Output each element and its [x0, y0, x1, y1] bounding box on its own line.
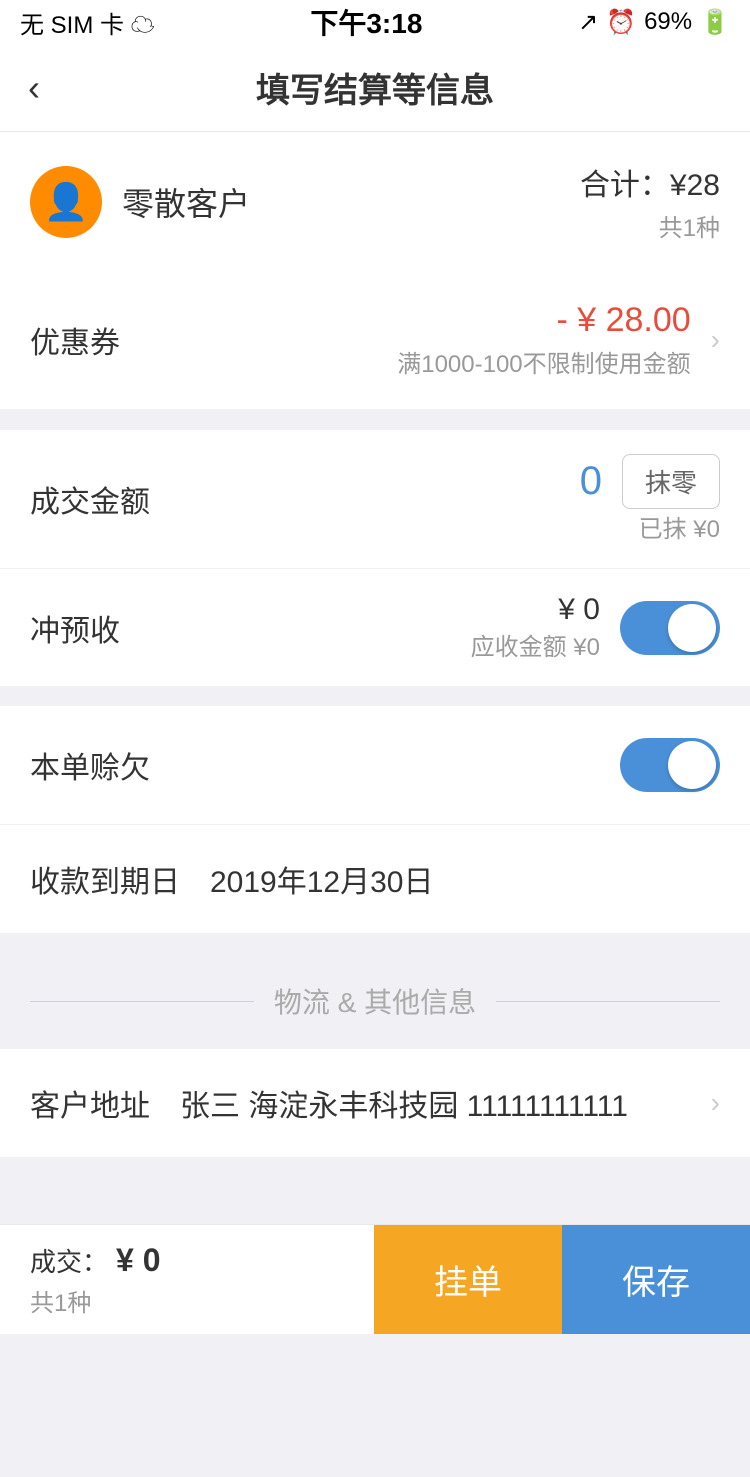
prereceive-right: ¥ 0 应收金额 ¥0	[471, 593, 720, 662]
amount-row: 成交金额 0 抹零 已抹 ¥0	[0, 430, 750, 569]
debt-label: 本单赊欠	[30, 743, 150, 787]
bottom-count: 共1种	[30, 1283, 344, 1318]
debt-toggle-thumb	[668, 741, 716, 789]
coupon-value: - ¥ 28.00	[556, 301, 690, 340]
customer-right: 合计：¥28 共1种	[580, 160, 720, 243]
location-icon: ↗	[578, 8, 598, 37]
due-date-label: 收款到期日	[30, 857, 180, 901]
bottom-deal-label: 成交：	[30, 1242, 108, 1279]
coupon-sub: 满1000-100不限制使用金额	[397, 344, 690, 379]
coupon-label: 优惠券	[30, 318, 120, 362]
amount-label: 成交金额	[30, 477, 150, 521]
round-zero-button[interactable]: 抹零	[622, 454, 720, 509]
customer-total: 合计：¥28	[580, 160, 720, 204]
due-date-row: 收款到期日 2019年12月30日	[0, 825, 750, 933]
battery-label: 69%	[644, 8, 692, 36]
prereceive-row: 冲预收 ¥ 0 应收金额 ¥0	[0, 569, 750, 686]
hang-button[interactable]: 挂单	[374, 1225, 562, 1334]
bottom-info: 成交： ¥ 0 共1种	[0, 1225, 374, 1334]
address-chevron-icon: ›	[711, 1087, 720, 1119]
customer-name: 零散客户	[122, 179, 250, 225]
nav-bar: ‹ 填写结算等信息	[0, 44, 750, 132]
bottom-amount: ¥ 0	[116, 1242, 160, 1279]
amount-sub: 已抹 ¥0	[639, 509, 720, 544]
battery-icon: 🔋	[700, 8, 730, 37]
avatar: 👤	[30, 166, 102, 238]
logistics-section: 物流 & 其他信息	[0, 953, 750, 1049]
logistics-divider-left	[30, 1001, 254, 1002]
coupon-right: - ¥ 28.00 满1000-100不限制使用金额 ›	[397, 301, 720, 379]
status-time: 下午3:18	[310, 2, 422, 42]
address-label: 客户地址	[30, 1081, 150, 1125]
customer-left: 👤 零散客户	[30, 166, 250, 238]
status-left: 无 SIM 卡 ☁	[20, 5, 155, 40]
status-right: ↗ ⏰ 69% 🔋	[578, 8, 730, 37]
customer-count: 共1种	[580, 208, 720, 243]
alarm-icon: ⏰	[606, 8, 636, 37]
address-row[interactable]: 客户地址 张三 海淀永丰科技园 11111111111 ›	[0, 1049, 750, 1157]
due-date-value: 2019年12月30日	[210, 857, 433, 901]
page-title: 填写结算等信息	[256, 63, 494, 112]
status-bar: 无 SIM 卡 ☁ 下午3:18 ↗ ⏰ 69% 🔋	[0, 0, 750, 44]
prereceive-val-col: ¥ 0 应收金额 ¥0	[471, 593, 600, 662]
save-button[interactable]: 保存	[562, 1225, 750, 1334]
prereceive-sub: 应收金额 ¥0	[471, 627, 600, 662]
signal-label: 无 SIM 卡 ☁	[20, 5, 155, 40]
amount-right: 0 抹零	[580, 454, 720, 509]
logistics-divider-right	[496, 1001, 720, 1002]
bottom-bar: 成交： ¥ 0 共1种 挂单 保存	[0, 1224, 750, 1334]
amount-col: 0 抹零 已抹 ¥0	[580, 454, 720, 544]
prereceive-label: 冲预收	[30, 606, 120, 650]
toggle-thumb	[668, 604, 716, 652]
debt-toggle[interactable]	[620, 738, 720, 792]
divider-1	[0, 410, 750, 430]
amount-value: 0	[580, 459, 602, 504]
divider-3	[0, 933, 750, 953]
prereceive-value: ¥ 0	[558, 593, 600, 627]
coupon-row[interactable]: 优惠券 - ¥ 28.00 满1000-100不限制使用金额 ›	[0, 271, 750, 410]
coupon-values: - ¥ 28.00 满1000-100不限制使用金额	[397, 301, 690, 379]
debt-row: 本单赊欠	[0, 706, 750, 825]
avatar-icon: 👤	[44, 181, 89, 223]
divider-2	[0, 686, 750, 706]
logistics-label: 物流 & 其他信息	[254, 981, 496, 1021]
prereceive-toggle[interactable]	[620, 601, 720, 655]
back-button[interactable]: ‹	[28, 67, 40, 109]
customer-row: 👤 零散客户 合计：¥28 共1种	[0, 132, 750, 271]
bottom-deal-row: 成交： ¥ 0	[30, 1242, 344, 1279]
address-value: 张三 海淀永丰科技园 11111111111	[180, 1081, 711, 1125]
coupon-chevron-icon: ›	[711, 324, 720, 356]
